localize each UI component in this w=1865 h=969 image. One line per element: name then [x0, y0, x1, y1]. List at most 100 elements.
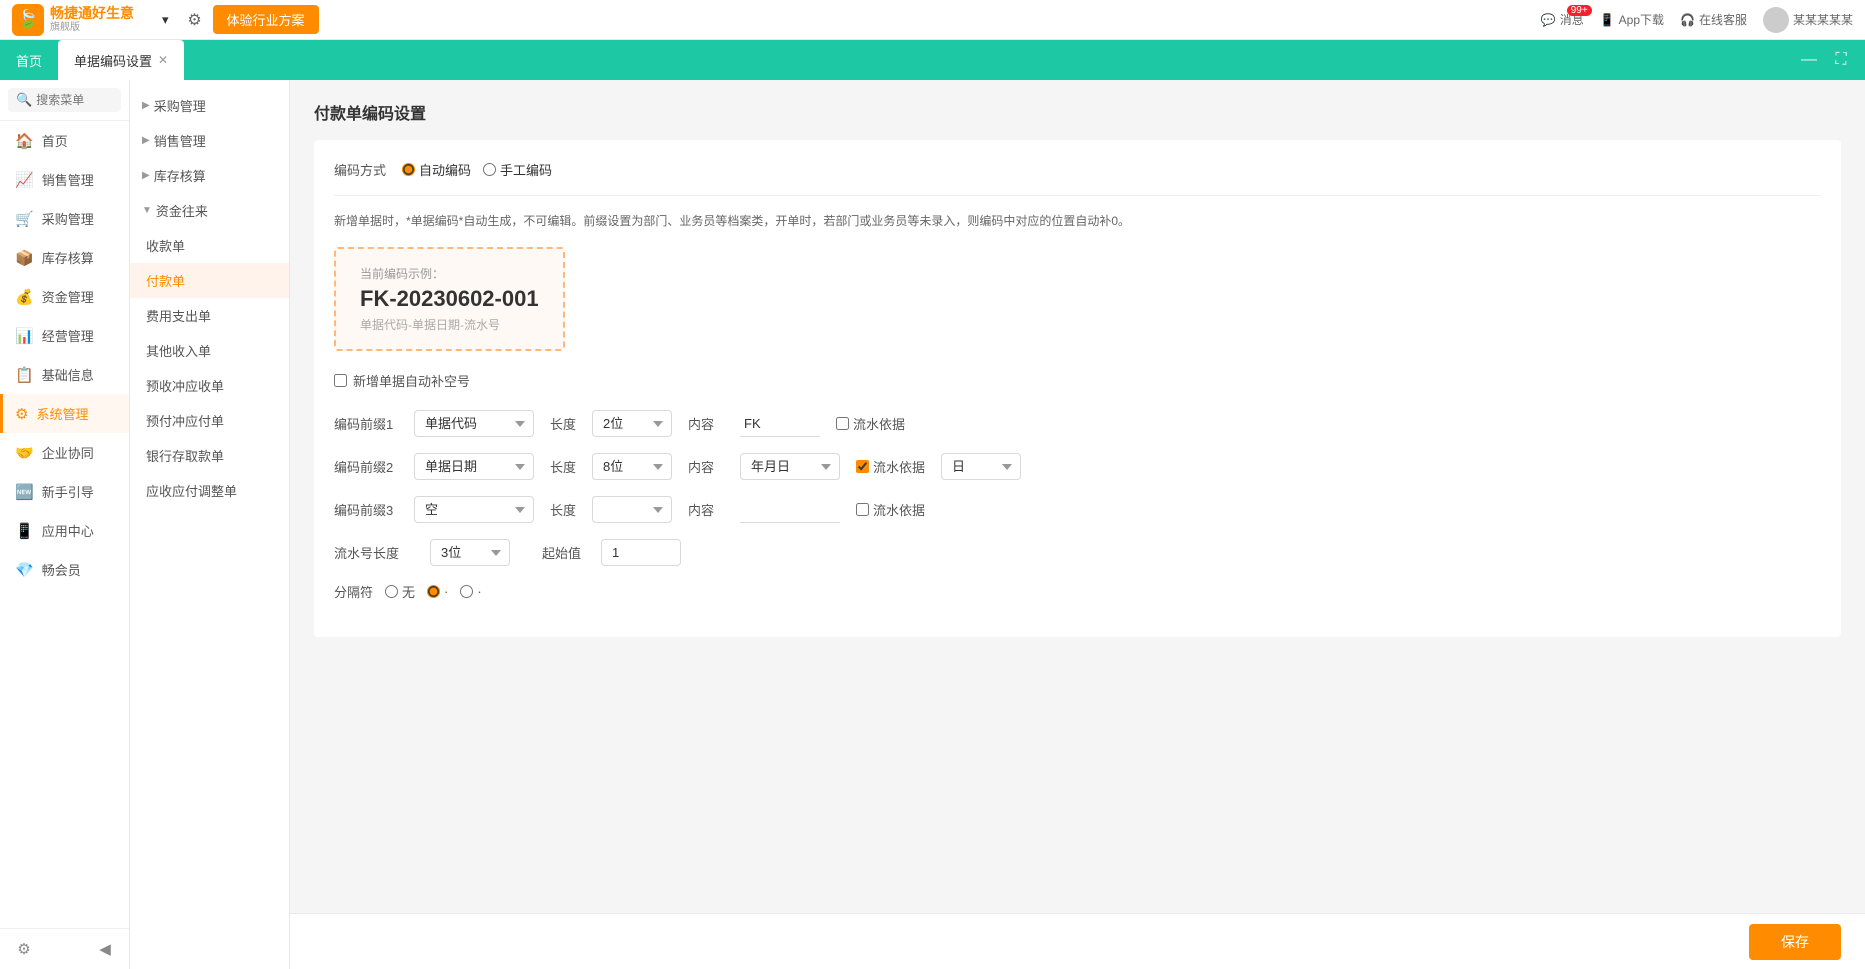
- service-label: 在线客服: [1699, 11, 1747, 28]
- user-avatar[interactable]: 某某某某某: [1763, 7, 1853, 33]
- prefix1-stream-checkbox[interactable]: [836, 417, 849, 430]
- sub-menu-adjust[interactable]: 应收应付调整单: [130, 473, 289, 508]
- industry-button[interactable]: 体验行业方案: [213, 5, 319, 34]
- search-input[interactable]: [36, 93, 116, 107]
- prefix3-content-input: [740, 497, 840, 523]
- sidebar-item-member[interactable]: 💎 畅会员: [0, 550, 129, 589]
- guide-icon: 🆕: [15, 483, 34, 501]
- sep-dot-option[interactable]: ·: [427, 584, 448, 599]
- sub-menu-expense[interactable]: 费用支出单: [130, 298, 289, 333]
- stock-icon: 📦: [15, 249, 34, 267]
- separator-group: 无 · ·: [385, 582, 482, 601]
- stream-length-select[interactable]: 3位: [430, 539, 510, 566]
- sidebar-item-stock[interactable]: 📦 库存核算: [0, 238, 129, 277]
- sep-dot-label: ·: [444, 584, 448, 599]
- sidebar-item-operation[interactable]: 📊 经营管理: [0, 316, 129, 355]
- prefix2-label: 编码前缀2: [334, 457, 398, 476]
- sep-dash-radio[interactable]: [460, 585, 473, 598]
- sub-menu-purchase[interactable]: ▶ 采购管理: [130, 88, 289, 123]
- prefix2-content-select[interactable]: 年月日: [740, 453, 840, 480]
- service-button[interactable]: 🎧 在线客服: [1680, 11, 1747, 28]
- page-content: 付款单编码设置 编码方式 自动编码 手工编码: [290, 80, 1865, 913]
- app-download-button[interactable]: 📱 App下载: [1600, 11, 1664, 28]
- sub-menu-bank-label: 银行存取款单: [146, 446, 224, 465]
- sub-menu-payment[interactable]: 付款单: [130, 263, 289, 298]
- sidebar-item-purchase[interactable]: 🛒 采购管理: [0, 199, 129, 238]
- tab-minimize-button[interactable]: —: [1797, 48, 1821, 72]
- sub-menu-income[interactable]: 其他收入单: [130, 333, 289, 368]
- autofill-checkbox[interactable]: [334, 374, 347, 387]
- sidebar-settings-button[interactable]: ⚙: [12, 937, 36, 961]
- sidebar-item-finance[interactable]: 💰 资金管理: [0, 277, 129, 316]
- nav-dropdown[interactable]: ▾: [154, 8, 177, 32]
- manual-coding-option[interactable]: 手工编码: [483, 160, 552, 179]
- message-icon: 💬: [1541, 13, 1556, 27]
- sidebar-item-stock-label: 库存核算: [42, 248, 94, 267]
- sep-dot-radio[interactable]: [427, 585, 440, 598]
- tab-home[interactable]: 首页: [0, 40, 58, 80]
- sidebar-search: 🔍: [0, 80, 129, 121]
- sidebar-item-home-label: 首页: [42, 131, 68, 150]
- prefix2-period-select[interactable]: 日: [941, 453, 1021, 480]
- stream-length-label: 流水号长度: [334, 543, 414, 562]
- sub-menu-purchase-label: 采购管理: [154, 96, 206, 115]
- sidebar-item-home[interactable]: 🏠 首页: [0, 121, 129, 160]
- sidebar-item-operation-label: 经营管理: [42, 326, 94, 345]
- start-value-input[interactable]: [601, 539, 681, 566]
- sub-menu-advance-payment[interactable]: 预付冲应付单: [130, 403, 289, 438]
- sub-menu-sales-label: 销售管理: [154, 131, 206, 150]
- save-button[interactable]: 保存: [1749, 924, 1841, 960]
- prefix3-content-label: 内容: [688, 500, 724, 519]
- chevron-down-icon: ▾: [162, 12, 169, 28]
- sub-menu-sales[interactable]: ▶ 销售管理: [130, 123, 289, 158]
- message-badge: 99+: [1567, 5, 1592, 16]
- search-box[interactable]: 🔍: [8, 88, 121, 112]
- prefix1-select[interactable]: 单据代码: [414, 410, 534, 437]
- start-value-label: 起始值: [542, 543, 581, 562]
- tab-maximize-button[interactable]: ⛶: [1829, 48, 1853, 72]
- auto-coding-radio[interactable]: [402, 163, 415, 176]
- sidebar-item-apps[interactable]: 📱 应用中心: [0, 511, 129, 550]
- tab-close-icon[interactable]: ✕: [158, 53, 168, 67]
- topbar-right: 💬 消息 99+ 📱 App下载 🎧 在线客服 某某某某某: [1541, 7, 1853, 33]
- page-title: 付款单编码设置: [314, 100, 1841, 124]
- sub-menu-bank[interactable]: 银行存取款单: [130, 438, 289, 473]
- autofill-label: 新增单据自动补空号: [353, 371, 470, 390]
- tab-coding[interactable]: 单据编码设置 ✕: [58, 40, 184, 80]
- prefix2-content-label: 内容: [688, 457, 724, 476]
- sep-dash-label: ·: [477, 584, 481, 599]
- prefix1-length-select[interactable]: 2位: [592, 410, 672, 437]
- topbar-nav: ▾ ⚙ 体验行业方案: [154, 5, 319, 34]
- settings-button[interactable]: ⚙: [181, 6, 209, 34]
- sidebar-item-system[interactable]: ⚙ 系统管理: [0, 394, 129, 433]
- prefix3-stream-checkbox[interactable]: [856, 503, 869, 516]
- tab-coding-label: 单据编码设置: [74, 51, 152, 70]
- sep-none-radio[interactable]: [385, 585, 398, 598]
- prefix2-stream-checkbox[interactable]: [856, 460, 869, 473]
- sidebar-item-sales[interactable]: 📈 销售管理: [0, 160, 129, 199]
- sidebar-item-partner[interactable]: 🤝 企业协同: [0, 433, 129, 472]
- prefix3-select[interactable]: 空: [414, 496, 534, 523]
- sidebar-item-guide[interactable]: 🆕 新手引导: [0, 472, 129, 511]
- sub-menu-capital[interactable]: ▼ 资金往来: [130, 193, 289, 228]
- sidebar-item-basic[interactable]: 📋 基础信息: [0, 355, 129, 394]
- sub-menu-advance-receipt[interactable]: 预收冲应收单: [130, 368, 289, 403]
- sidebar-collapse-button[interactable]: ◀: [93, 937, 117, 961]
- sub-menu-inventory[interactable]: ▶ 库存核算: [130, 158, 289, 193]
- prefix2-select[interactable]: 单据日期: [414, 453, 534, 480]
- prefix2-length-label: 长度: [550, 457, 576, 476]
- message-button[interactable]: 💬 消息 99+: [1541, 11, 1584, 28]
- sub-menu-receipt[interactable]: 收款单: [130, 228, 289, 263]
- topbar-left: 🍃 畅捷通好生意 旗舰版 ▾ ⚙ 体验行业方案: [12, 4, 319, 36]
- manual-coding-radio[interactable]: [483, 163, 496, 176]
- auto-coding-option[interactable]: 自动编码: [402, 160, 471, 179]
- sep-dash-option[interactable]: ·: [460, 584, 481, 599]
- prefix3-label: 编码前缀3: [334, 500, 398, 519]
- sep-none-label: 无: [402, 582, 415, 601]
- prefix3-length-select[interactable]: [592, 496, 672, 523]
- tabbar: 首页 单据编码设置 ✕ — ⛶: [0, 40, 1865, 80]
- tab-home-label: 首页: [16, 51, 42, 70]
- sidebar-item-finance-label: 资金管理: [42, 287, 94, 306]
- sep-none-option[interactable]: 无: [385, 582, 415, 601]
- prefix2-length-select[interactable]: 8位: [592, 453, 672, 480]
